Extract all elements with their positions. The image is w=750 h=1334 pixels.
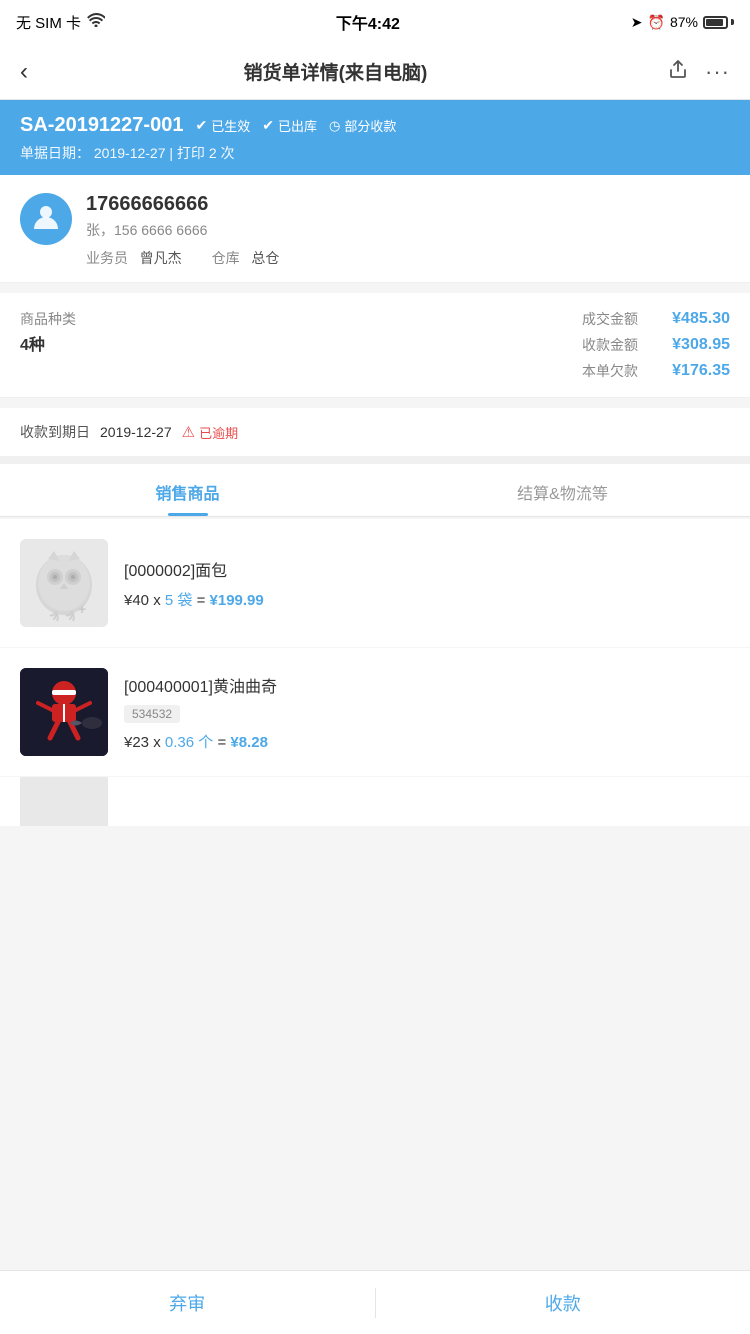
transaction-value: ¥485.30	[650, 310, 730, 328]
nav-actions: ···	[667, 58, 730, 86]
product-item-3-partial	[0, 777, 750, 827]
salesperson-item: 业务员 曾凡杰	[86, 248, 182, 268]
product-image-3	[20, 777, 108, 827]
tabs-bar: 销售商品 结算&物流等	[0, 464, 750, 517]
person-icon	[31, 201, 61, 238]
customer-phone: 张，156 6666 6666	[86, 220, 730, 240]
share-button[interactable]	[667, 58, 689, 86]
cancel-button[interactable]: 弃审	[0, 1280, 375, 1326]
due-section: 收款到期日 2019-12-27 ⚠ 已逾期	[0, 408, 750, 464]
transaction-label: 成交金额	[582, 309, 638, 329]
overdue-icon: ⚠	[182, 423, 195, 441]
wifi-icon	[87, 13, 105, 31]
product-name-1: [0000002]面包	[124, 557, 730, 581]
tab-settlement[interactable]: 结算&物流等	[375, 464, 750, 516]
warehouse-value: 总仓	[251, 250, 279, 266]
price-qty-2: 0.36	[165, 734, 194, 751]
price-total-1: ¥199.99	[210, 592, 264, 609]
product-price-2: ¥23 x 0.36 个 = ¥8.28	[124, 731, 730, 752]
customer-info: 17666666666 张，156 6666 6666 业务员 曾凡杰 仓库 总…	[86, 193, 730, 268]
summary-right: 成交金额 ¥485.30 收款金额 ¥308.95 本单欠款 ¥176.35	[582, 309, 730, 381]
more-button[interactable]: ···	[705, 59, 730, 85]
salesperson-label: 业务员	[86, 250, 128, 266]
status-left: 无 SIM 卡	[16, 12, 105, 33]
summary-left: 商品种类 4种	[20, 309, 76, 355]
order-date-line: 单据日期： 2019-12-27 | 打印 2 次	[20, 143, 730, 163]
carrier-label: 无 SIM 卡	[16, 12, 81, 33]
debt-value: ¥176.35	[650, 362, 730, 380]
product-details-1: [0000002]面包 ¥40 x 5 袋 = ¥199.99	[124, 557, 730, 610]
product-sku-2: 534532	[124, 705, 180, 723]
product-price-1: ¥40 x 5 袋 = ¥199.99	[124, 589, 730, 610]
payment-value: ¥308.95	[650, 336, 730, 354]
svg-text:+: +	[78, 601, 86, 617]
date-label: 单据日期：	[20, 145, 90, 161]
check-icon-1: ✔	[195, 117, 207, 134]
product-name-2: [000400001]黄油曲奇	[124, 673, 730, 697]
product-item-2: [000400001]黄油曲奇 534532 ¥23 x 0.36 个 = ¥8…	[0, 648, 750, 777]
warehouse-label: 仓库	[212, 250, 240, 266]
product-image-1: +	[20, 539, 108, 627]
debt-row: 本单欠款 ¥176.35	[582, 361, 730, 381]
category-count: 4种	[20, 331, 76, 355]
confirm-button[interactable]: 收款	[376, 1280, 750, 1326]
status-time: 下午4:42	[336, 10, 400, 34]
order-number: SA-20191227-001	[20, 114, 183, 137]
salesperson-value: 曾凡杰	[140, 250, 182, 266]
badge-partial-payment: ◷ 部分收款	[329, 116, 396, 135]
avatar	[20, 193, 72, 245]
order-header: SA-20191227-001 ✔ 已生效 ✔ 已出库 ◷ 部分收款 单据日期：…	[0, 100, 750, 175]
product-details-2: [000400001]黄油曲奇 534532 ¥23 x 0.36 个 = ¥8…	[124, 673, 730, 752]
battery-percent: 87%	[670, 14, 698, 30]
transaction-row: 成交金额 ¥485.30	[582, 309, 730, 329]
check-icon-2: ✔	[262, 117, 274, 134]
payment-label: 收款金额	[582, 335, 638, 355]
price-unit-1: 袋	[177, 592, 192, 609]
status-right: ➤ ⏰ 87%	[631, 14, 734, 31]
customer-section: 17666666666 张，156 6666 6666 业务员 曾凡杰 仓库 总…	[0, 175, 750, 283]
price-base-1: ¥40	[124, 592, 149, 609]
battery-icon	[703, 16, 734, 29]
customer-id: 17666666666	[86, 193, 730, 216]
category-label: 商品种类	[20, 309, 76, 329]
price-total-2: ¥8.28	[230, 734, 268, 751]
summary-section: 商品种类 4种 成交金额 ¥485.30 收款金额 ¥308.95 本单欠款 ¥…	[0, 293, 750, 398]
order-date: 2019-12-27	[94, 145, 166, 161]
nav-bar: ‹ 销货单详情(来自电脑) ···	[0, 44, 750, 100]
badge-shipped: ✔ 已出库	[262, 116, 317, 135]
product-image-2	[20, 668, 108, 756]
product-item: + [0000002]面包 ¥40 x 5 袋 = ¥199.99	[0, 519, 750, 648]
badge-effective: ✔ 已生效	[195, 116, 250, 135]
customer-meta: 业务员 曾凡杰 仓库 总仓	[86, 248, 730, 268]
price-qty-1: 5	[165, 592, 173, 609]
page-title: 销货单详情(来自电脑)	[4, 58, 667, 85]
price-unit-2: 个	[198, 734, 213, 751]
overdue-badge: ⚠ 已逾期	[182, 423, 238, 442]
print-count: | 打印 2 次	[169, 145, 234, 161]
warehouse-item: 仓库 总仓	[212, 248, 280, 268]
due-label: 收款到期日	[20, 422, 90, 442]
alarm-icon: ⏰	[648, 14, 665, 31]
price-base-2: ¥23	[124, 734, 149, 751]
due-date: 2019-12-27	[100, 424, 172, 440]
payment-row: 收款金额 ¥308.95	[582, 335, 730, 355]
overdue-label: 已逾期	[199, 423, 238, 442]
status-bar: 无 SIM 卡 下午4:42 ➤ ⏰ 87%	[0, 0, 750, 44]
tab-sales-goods[interactable]: 销售商品	[0, 464, 375, 516]
clock-icon: ◷	[329, 118, 340, 134]
product-list: + [0000002]面包 ¥40 x 5 袋 = ¥199.99	[0, 519, 750, 827]
bottom-bar: 弃审 收款	[0, 1270, 750, 1334]
debt-label: 本单欠款	[582, 361, 638, 381]
location-icon: ➤	[631, 14, 643, 31]
